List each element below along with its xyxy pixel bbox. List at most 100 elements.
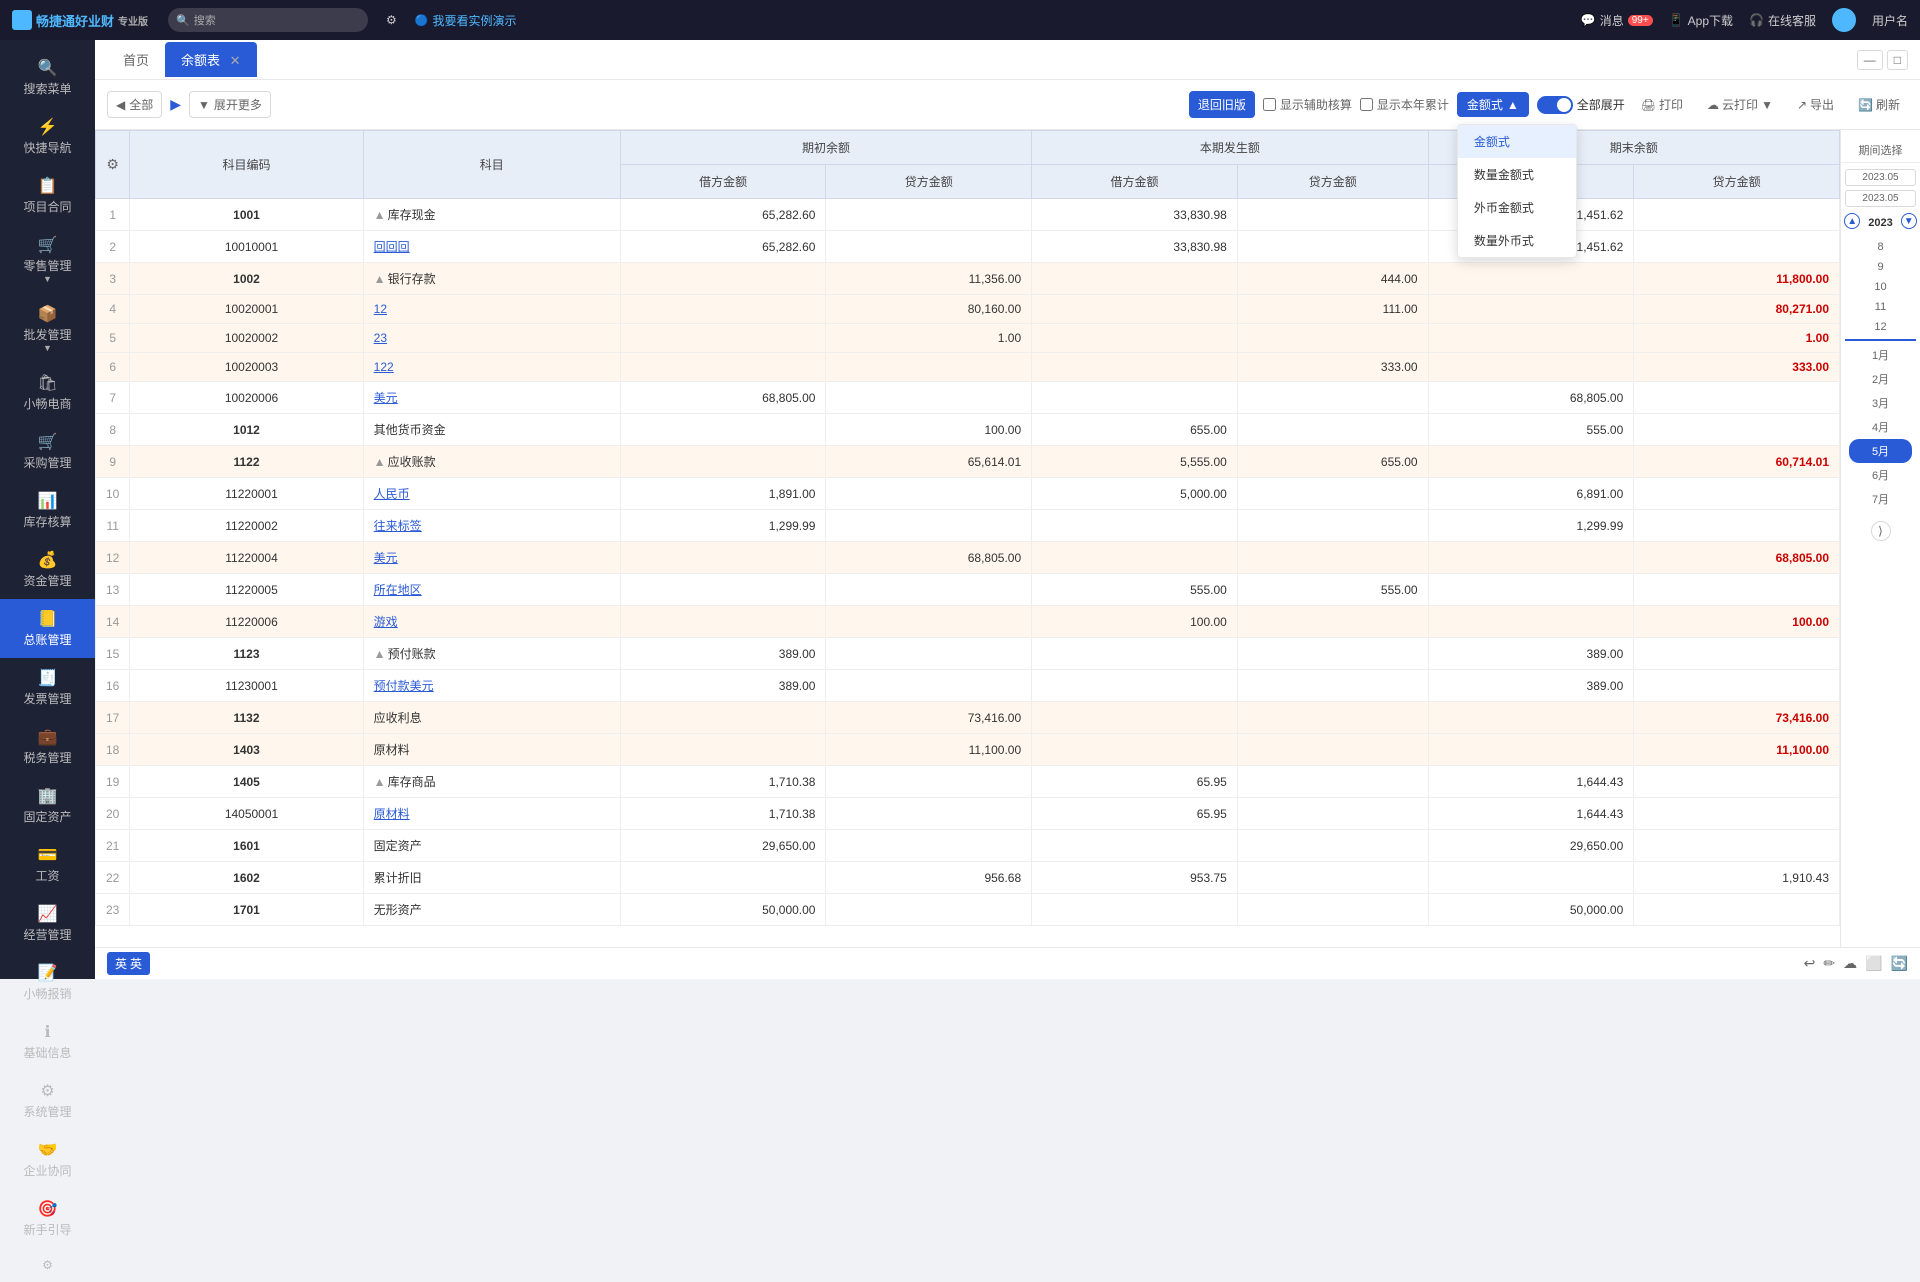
account-name[interactable]: 美元 [363,382,620,414]
export-btn[interactable]: ↗ 导出 [1789,92,1842,117]
month-3[interactable]: 3月 [1841,391,1920,415]
edit-icon[interactable]: ✏ [1823,955,1835,972]
layout-icon[interactable]: ⬜ [1865,955,1882,972]
refresh-btn[interactable]: 🔄 刷新 [1850,92,1908,117]
expand-all-toggle[interactable]: 全部展开 [1537,96,1625,114]
account-name[interactable]: 原材料 [363,798,620,830]
sidebar-item-retail[interactable]: 🛒 零售管理 ▼ [0,225,95,294]
month-9[interactable]: 9 [1841,257,1920,277]
cur-credit [1237,766,1428,798]
op-debit [620,414,826,446]
collapse-icon[interactable]: ⟩ [1871,521,1891,541]
year-down-btn[interactable]: ▼ [1901,213,1917,229]
account-name[interactable]: 游戏 [363,606,620,638]
tab-close-btn[interactable]: ✕ [230,53,241,68]
toggle-switch[interactable] [1537,96,1573,114]
sidebar-item-search[interactable]: 🔍 搜索菜单 [0,48,95,107]
account-name[interactable]: 23 [363,324,620,353]
sync-icon[interactable]: 🔄 [1891,955,1908,972]
account-name: 原材料 [363,734,620,766]
sidebar-item-assets[interactable]: 🏢 固定资产 [0,776,95,835]
amount-mode-btn[interactable]: 金额式 ▲ [1457,92,1529,117]
online-service-btn[interactable]: 🎧 在线客服 [1749,12,1816,29]
month-4[interactable]: 4月 [1841,415,1920,439]
sidebar-item-collab[interactable]: 🤝 企业协同 [0,1130,95,1189]
dropdown-item-qty-amount[interactable]: 数量金额式 [1458,158,1576,191]
op-credit: 956.68 [826,862,1032,894]
cur-debit [1032,830,1238,862]
month-5[interactable]: 5月 [1849,439,1912,463]
account-name[interactable]: 美元 [363,542,620,574]
show-auxiliary-check[interactable]: 显示辅助核算 [1263,96,1352,113]
sidebar-item-basic[interactable]: ℹ 基础信息 [0,1012,95,1071]
sidebar-item-salary[interactable]: 💳 工资 [0,835,95,894]
tab-home[interactable]: 首页 [107,42,165,77]
undo-icon[interactable]: ↩ [1804,955,1816,972]
cloud-print-btn[interactable]: ☁ 云打印 ▼ [1699,92,1781,117]
month-7[interactable]: 7月 [1841,487,1920,511]
sidebar-item-finance[interactable]: 💰 资金管理 [0,540,95,599]
row-num: 17 [96,702,130,734]
message-btn[interactable]: 💬 消息 99+ [1581,12,1653,29]
ytd-checkbox[interactable] [1360,98,1373,111]
auxiliary-checkbox[interactable] [1263,98,1276,111]
sidebar-item-tax[interactable]: 💼 税务管理 [0,717,95,776]
account-name[interactable]: 人民币 [363,478,620,510]
op-credit [826,199,1032,231]
table-settings-icon[interactable]: ⚙ [106,156,119,172]
window-maximize-btn[interactable]: □ [1887,50,1908,70]
account-name[interactable]: 所在地区 [363,574,620,606]
year-up-btn[interactable]: ▲ [1844,213,1860,229]
account-name[interactable]: 往来标签 [363,510,620,542]
demo-link[interactable]: 🔵 我要看实例演示 [415,12,517,29]
cur-credit [1237,382,1428,414]
lang-btn[interactable]: 英 英 [107,952,150,975]
app-download-btn[interactable]: 📱 App下载 [1669,12,1733,29]
op-credit [826,478,1032,510]
sidebar-item-purchase[interactable]: 🛒 采购管理 [0,422,95,481]
month-8[interactable]: 8 [1841,237,1920,257]
month-12[interactable]: 12 [1841,317,1920,337]
account-name[interactable]: 预付款美元 [363,670,620,702]
dropdown-item-qty-foreign[interactable]: 数量外币式 [1458,224,1576,257]
cl-debit: 389.00 [1428,638,1634,670]
forward-btn[interactable]: ▶ [170,96,181,113]
cur-credit: 555.00 [1237,574,1428,606]
sidebar-item-project[interactable]: 📋 项目合同 [0,166,95,225]
month-10[interactable]: 10 [1841,277,1920,297]
sidebar-item-operations[interactable]: 📈 经营管理 [0,894,95,953]
month-1[interactable]: 1月 [1841,343,1920,367]
collapse-panel-btn[interactable]: ⟩ [1841,519,1920,543]
print-btn[interactable]: 🖨 打印 [1633,92,1691,117]
sidebar-item-ledger[interactable]: 📒 总账管理 [0,599,95,658]
account-name[interactable]: 12 [363,295,620,324]
account-name[interactable]: 122 [363,353,620,382]
sidebar-item-wholesale[interactable]: 📦 批发管理 ▼ [0,294,95,363]
month-6[interactable]: 6月 [1841,463,1920,487]
sidebar-item-system[interactable]: ⚙ 系统管理 [0,1071,95,1130]
expand-more-btn[interactable]: ▼ 展开更多 [189,91,271,118]
cloud-save-icon[interactable]: ☁ [1843,955,1857,972]
sidebar-item-expense[interactable]: 📝 小畅报销 [0,953,95,1012]
sidebar-settings[interactable]: ⚙ [0,1248,95,1282]
sidebar-item-invoice[interactable]: 🧾 发票管理 [0,658,95,717]
dropdown-item-foreign-amount[interactable]: 外币金额式 [1458,191,1576,224]
tab-balance[interactable]: 余额表 ✕ [165,42,257,77]
account-name[interactable]: 回回回 [363,231,620,263]
sidebar-item-guide[interactable]: 🎯 新手引导 [0,1189,95,1248]
cur-credit [1237,638,1428,670]
row-num: 19 [96,766,130,798]
month-11[interactable]: 11 [1841,297,1920,317]
dropdown-item-amount[interactable]: 金额式 [1458,125,1576,158]
window-minimize-btn[interactable]: — [1857,50,1883,70]
gear-icon[interactable]: ⚙ [386,13,397,27]
month-2[interactable]: 2月 [1841,367,1920,391]
show-ytd-check[interactable]: 显示本年累计 [1360,96,1449,113]
row-num: 3 [96,263,130,295]
sidebar-item-quicknav[interactable]: ⚡ 快捷导航 [0,107,95,166]
return-old-btn[interactable]: 退回旧版 [1189,91,1255,118]
sidebar-item-ecommerce[interactable]: 🛍 小畅电商 [0,363,95,422]
sidebar-item-inventory[interactable]: 📊 库存核算 [0,481,95,540]
cl-debit [1428,295,1634,324]
back-btn[interactable]: ◀ 全部 [107,91,162,118]
